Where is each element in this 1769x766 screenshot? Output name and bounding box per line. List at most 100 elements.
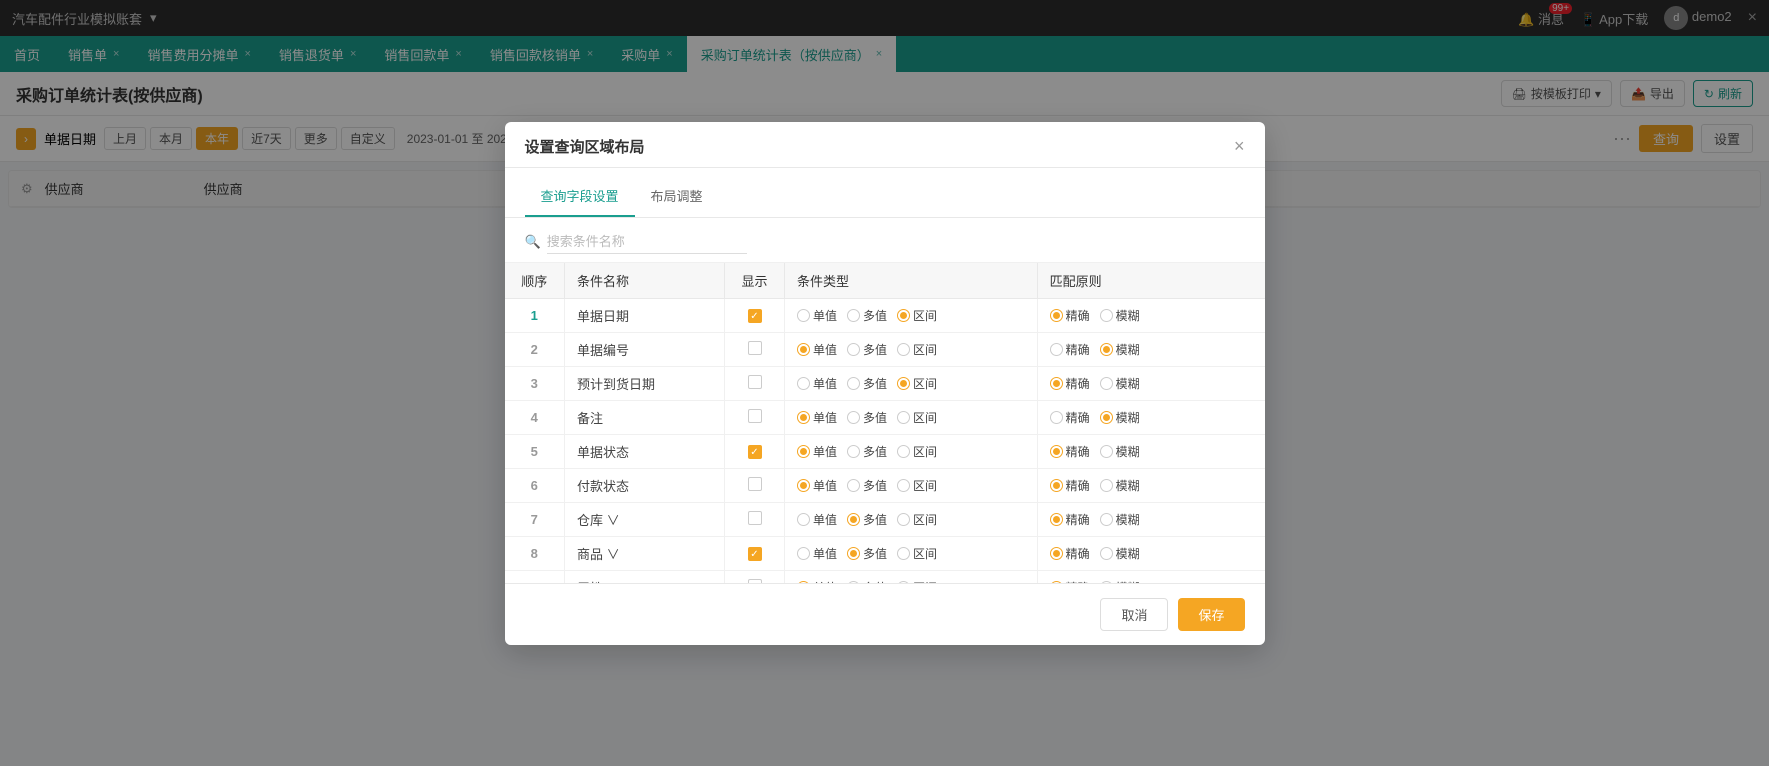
cell-type: 单值 多值 区间 [785,366,1038,400]
radio-range[interactable]: 区间 [897,477,937,494]
radio-range[interactable]: 区间 [897,443,937,460]
dialog-tab-layout[interactable]: 布局调整 [635,180,719,217]
radio-range[interactable]: 区间 [897,545,937,562]
cell-show[interactable] [725,332,785,366]
cell-type: 单值 多值 区间 [785,468,1038,502]
cell-show[interactable]: ✓ [725,298,785,332]
radio-single[interactable]: 单值 [797,545,837,562]
radio-multi[interactable]: 多值 [847,307,887,324]
cell-show[interactable] [725,366,785,400]
radio-single-label: 单值 [813,477,837,494]
radio-exact-label: 精确 [1066,545,1090,562]
show-checkbox[interactable] [748,511,762,525]
show-checkbox[interactable] [748,375,762,389]
show-checkbox[interactable]: ✓ [748,547,762,561]
radio-multi[interactable]: 多值 [847,511,887,528]
radio-exact[interactable]: 精确 [1050,341,1090,358]
radio-single[interactable]: 单值 [797,307,837,324]
cell-show[interactable] [725,502,785,536]
radio-range-circle [897,445,910,458]
dialog-close-button[interactable]: × [1234,137,1245,155]
radio-fuzzy[interactable]: 模糊 [1100,409,1140,426]
settings-dialog: 设置查询区域布局 × 查询字段设置 布局调整 🔍 顺序 [505,122,1265,645]
cell-show[interactable] [725,570,785,583]
radio-multi[interactable]: 多值 [847,477,887,494]
radio-fuzzy[interactable]: 模糊 [1100,443,1140,460]
radio-exact[interactable]: 精确 [1050,443,1090,460]
radio-range[interactable]: 区间 [897,409,937,426]
radio-exact[interactable]: 精确 [1050,307,1090,324]
radio-exact[interactable]: 精确 [1050,511,1090,528]
radio-single[interactable]: 单值 [797,443,837,460]
radio-single[interactable]: 单值 [797,511,837,528]
radio-fuzzy-circle [1100,309,1113,322]
radio-fuzzy[interactable]: 模糊 [1100,545,1140,562]
radio-range[interactable]: 区间 [897,511,937,528]
radio-range[interactable]: 区间 [897,341,937,358]
dialog-footer: 取消 保存 [505,583,1265,645]
radio-single[interactable]: 单值 [797,477,837,494]
show-checkbox[interactable] [748,409,762,423]
save-button[interactable]: 保存 [1178,598,1244,631]
cell-show[interactable]: ✓ [725,434,785,468]
cancel-button[interactable]: 取消 [1100,598,1168,631]
radio-single[interactable]: 单值 [797,341,837,358]
radio-single-label: 单值 [813,375,837,392]
cell-order: 2 [505,332,565,366]
radio-single[interactable]: 单值 [797,375,837,392]
show-checkbox[interactable] [748,341,762,355]
table-row: 9属性 ∨ 单值 多值 区间 精确 [505,570,1265,583]
radio-multi[interactable]: 多值 [847,375,887,392]
radio-exact-circle [1050,309,1063,322]
radio-exact-circle [1050,445,1063,458]
radio-multi-label: 多值 [863,307,887,324]
radio-exact[interactable]: 精确 [1050,545,1090,562]
cell-name: 单据状态 [565,434,725,468]
col-header-name: 条件名称 [565,263,725,299]
show-checkbox[interactable] [748,477,762,491]
show-checkbox[interactable]: ✓ [748,445,762,459]
radio-multi[interactable]: 多值 [847,443,887,460]
radio-fuzzy[interactable]: 模糊 [1100,375,1140,392]
dialog-tab-fields[interactable]: 查询字段设置 [525,180,635,217]
dialog-title: 设置查询区域布局 [525,136,645,157]
radio-multi[interactable]: 多值 [847,341,887,358]
cell-match: 精确 模糊 [1037,298,1264,332]
radio-exact[interactable]: 精确 [1050,375,1090,392]
cell-show[interactable] [725,468,785,502]
cell-name: 单据日期 [565,298,725,332]
radio-fuzzy-label: 模糊 [1116,341,1140,358]
radio-multi[interactable]: 多值 [847,409,887,426]
radio-multi-label: 多值 [863,477,887,494]
radio-multi[interactable]: 多值 [847,545,887,562]
search-input[interactable] [547,230,747,254]
radio-single-label: 单值 [813,511,837,528]
radio-exact[interactable]: 精确 [1050,477,1090,494]
radio-fuzzy-label: 模糊 [1116,443,1140,460]
cell-name: 付款状态 [565,468,725,502]
radio-exact[interactable]: 精确 [1050,409,1090,426]
table-row: 6付款状态 单值 多值 区间 精确 [505,468,1265,502]
radio-range-label: 区间 [913,511,937,528]
radio-fuzzy[interactable]: 模糊 [1100,307,1140,324]
modal-overlay: 设置查询区域布局 × 查询字段设置 布局调整 🔍 顺序 [0,0,1769,766]
radio-fuzzy[interactable]: 模糊 [1100,477,1140,494]
radio-range[interactable]: 区间 [897,307,937,324]
cell-match: 精确 模糊 [1037,502,1264,536]
cell-match: 精确 模糊 [1037,366,1264,400]
radio-fuzzy-circle [1100,513,1113,526]
cell-show[interactable]: ✓ [725,536,785,570]
radio-exact-label: 精确 [1066,341,1090,358]
radio-fuzzy[interactable]: 模糊 [1100,341,1140,358]
radio-range[interactable]: 区间 [897,375,937,392]
radio-fuzzy-circle [1100,377,1113,390]
conditions-scroll-area[interactable]: 顺序 条件名称 显示 条件类型 匹配原则 1单据日期✓ 单值 [505,263,1265,583]
cell-match: 精确 模糊 [1037,570,1264,583]
radio-fuzzy[interactable]: 模糊 [1100,511,1140,528]
show-checkbox[interactable]: ✓ [748,309,762,323]
radio-single[interactable]: 单值 [797,409,837,426]
cell-show[interactable] [725,400,785,434]
radio-single-label: 单值 [813,409,837,426]
radio-multi-circle [847,343,860,356]
table-row: 5单据状态✓ 单值 多值 区间 精确 [505,434,1265,468]
